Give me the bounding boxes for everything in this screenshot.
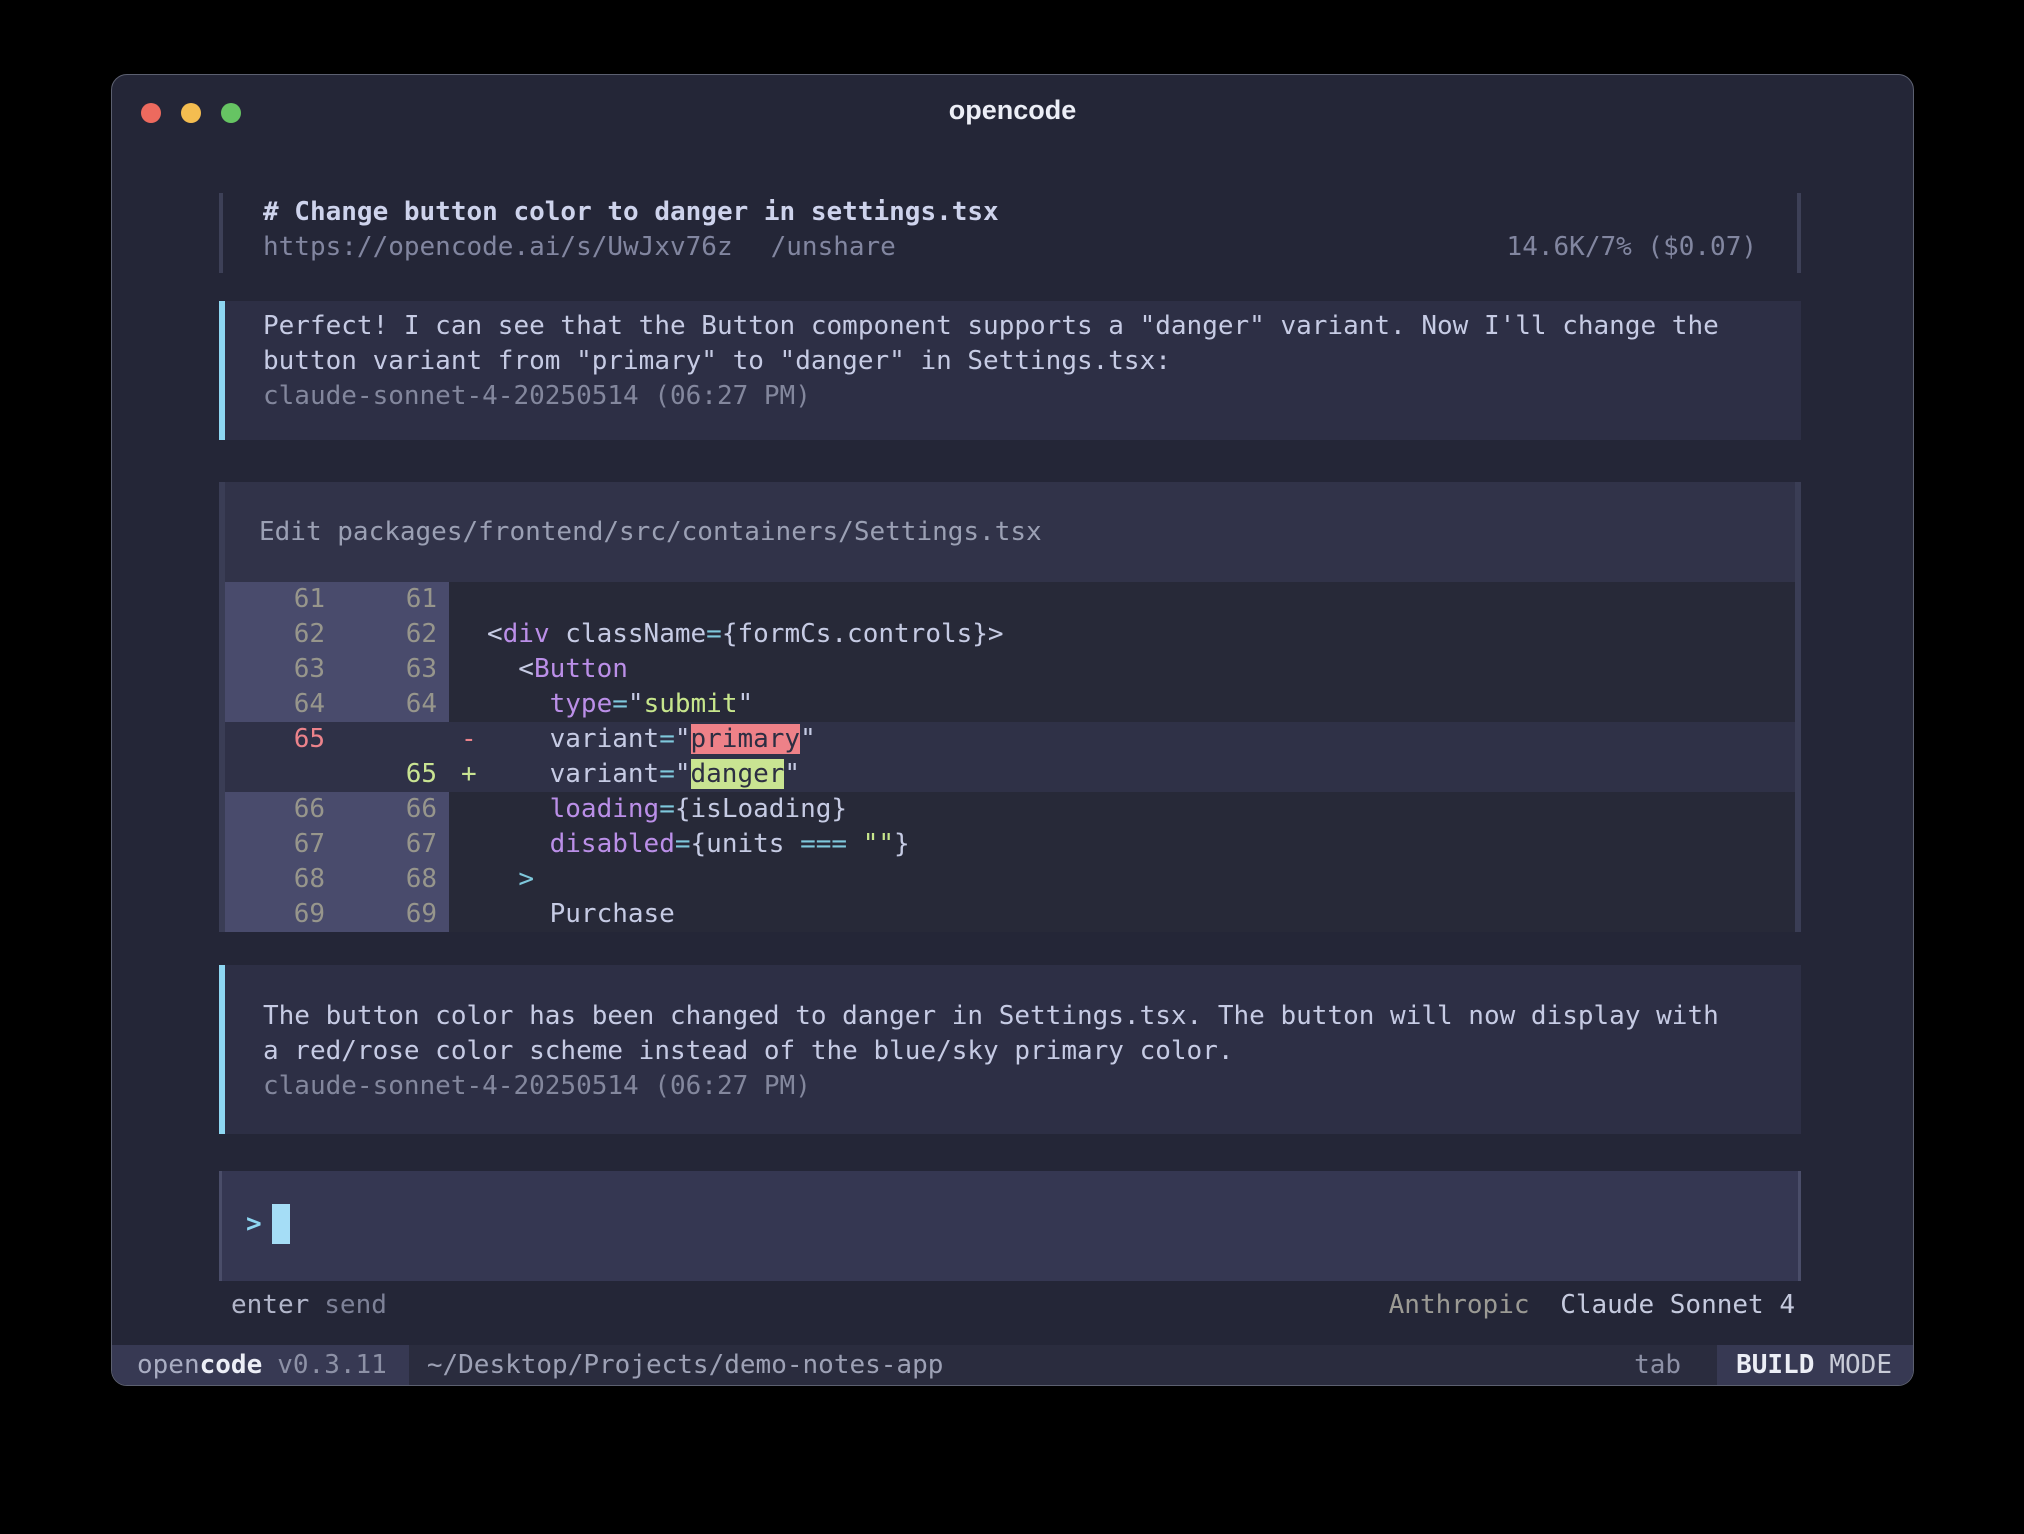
- new-line-number: 61: [337, 582, 449, 617]
- unshare-command: /unshare: [771, 230, 896, 265]
- old-line-number: 63: [225, 652, 337, 687]
- old-line-number: 66: [225, 792, 337, 827]
- code-line: Purchase: [487, 897, 1795, 932]
- old-line-number: 64: [225, 687, 337, 722]
- session-title: # Change button color to danger in setti…: [263, 195, 1797, 230]
- message-text: The button color has been changed to dan…: [263, 999, 1761, 1069]
- new-line-number: 64: [337, 687, 449, 722]
- code-line: variant="primary": [487, 722, 1795, 757]
- prompt-input[interactable]: >: [219, 1171, 1801, 1281]
- code-line: <Button: [487, 652, 1795, 687]
- new-line-number: 69: [337, 897, 449, 932]
- old-line-number: 68: [225, 862, 337, 897]
- old-line-number: 62: [225, 617, 337, 652]
- message-line: Perfect! I can see that the Button compo…: [263, 309, 1761, 344]
- diff-marker: -: [449, 722, 487, 757]
- diff-marker: [449, 862, 487, 897]
- message-text: Perfect! I can see that the Button compo…: [263, 309, 1761, 379]
- old-line-number: [225, 757, 337, 792]
- mode-segment: BUILD MODE: [1717, 1345, 1913, 1385]
- code-line: >: [487, 862, 1795, 897]
- window-titlebar: opencode: [112, 75, 1913, 145]
- new-line-number: 68: [337, 862, 449, 897]
- diff-marker: [449, 652, 487, 687]
- code-line: disabled={units === ""}: [487, 827, 1795, 862]
- mode-name: BUILD: [1736, 1350, 1814, 1380]
- diff-marker: [449, 827, 487, 862]
- send-action-hint: send: [324, 1290, 387, 1320]
- assistant-message: The button color has been changed to dan…: [219, 965, 1801, 1134]
- code-line: type="submit": [487, 687, 1795, 722]
- new-line-number: 67: [337, 827, 449, 862]
- window-title: opencode: [112, 75, 1913, 145]
- diff-row: 6464 type="submit": [225, 687, 1795, 722]
- code-line: [487, 582, 1795, 617]
- model-timestamp: claude-sonnet-4-20250514 (06:27 PM): [263, 379, 1761, 414]
- new-line-number: 65: [337, 757, 449, 792]
- edit-tool-title: Edit packages/frontend/src/containers/Se…: [225, 482, 1795, 582]
- new-line-number: 63: [337, 652, 449, 687]
- app-name-code: code: [200, 1350, 263, 1380]
- diff-row: 65 - variant="primary": [225, 722, 1795, 757]
- diff-row: 6868 >: [225, 862, 1795, 897]
- tab-key-hint: tab: [1634, 1350, 1681, 1380]
- app-version-segment: opencode v0.3.11: [112, 1345, 409, 1385]
- new-line-number: 62: [337, 617, 449, 652]
- old-line-number: 61: [225, 582, 337, 617]
- code-line: <div className={formCs.controls}>: [487, 617, 1795, 652]
- app-version: v0.3.11: [277, 1350, 387, 1380]
- prompt-symbol: >: [246, 1204, 262, 1244]
- new-line-number: 66: [337, 792, 449, 827]
- diff-row: 6161: [225, 582, 1795, 617]
- token-stats: 14.6K/7% ($0.07): [1507, 230, 1797, 265]
- code-line: variant="danger": [487, 757, 1795, 792]
- diff-row: 6969 Purchase: [225, 897, 1795, 932]
- diff-row: 6363 <Button: [225, 652, 1795, 687]
- diff-row: 65+ variant="danger": [225, 757, 1795, 792]
- provider-label: Anthropic: [1389, 1290, 1530, 1320]
- diff-row: 6767 disabled={units === ""}: [225, 827, 1795, 862]
- diff-marker: +: [449, 757, 487, 792]
- code-line: loading={isLoading}: [487, 792, 1795, 827]
- status-bar: opencode v0.3.11 ~/Desktop/Projects/demo…: [112, 1345, 1913, 1385]
- diff-marker: [449, 617, 487, 652]
- share-url: https://opencode.ai/s/UwJxv76z: [263, 230, 733, 265]
- model-timestamp: claude-sonnet-4-20250514 (06:27 PM): [263, 1069, 1761, 1104]
- app-name-open: open: [137, 1350, 200, 1380]
- message-line: button variant from "primary" to "danger…: [263, 344, 1761, 379]
- old-line-number: 69: [225, 897, 337, 932]
- old-line-number: 65: [225, 722, 337, 757]
- opencode-window: opencode # Change button color to danger…: [111, 74, 1914, 1386]
- message-line: a red/rose color scheme instead of the b…: [263, 1034, 1761, 1069]
- keybind-hints: enter send Anthropic Claude Sonnet 4: [219, 1287, 1801, 1322]
- model-label: Claude Sonnet 4: [1560, 1290, 1795, 1320]
- old-line-number: 67: [225, 827, 337, 862]
- text-cursor: [272, 1204, 290, 1244]
- message-line: The button color has been changed to dan…: [263, 999, 1761, 1034]
- diff-marker: [449, 582, 487, 617]
- enter-key-hint: enter: [231, 1290, 309, 1320]
- diff-marker: [449, 792, 487, 827]
- new-line-number: [337, 722, 449, 757]
- working-directory: ~/Desktop/Projects/demo-notes-app: [427, 1350, 944, 1380]
- diff-marker: [449, 687, 487, 722]
- edit-tool-block: Edit packages/frontend/src/containers/Se…: [219, 482, 1801, 932]
- diff-row: 6666 loading={isLoading}: [225, 792, 1795, 827]
- mode-suffix: MODE: [1829, 1350, 1892, 1380]
- diff-row: 6262 <div className={formCs.controls}>: [225, 617, 1795, 652]
- diff-rows: 61616262 <div className={formCs.controls}…: [225, 582, 1795, 932]
- session-header: # Change button color to danger in setti…: [219, 193, 1801, 273]
- assistant-message: Perfect! I can see that the Button compo…: [219, 301, 1801, 440]
- diff-marker: [449, 897, 487, 932]
